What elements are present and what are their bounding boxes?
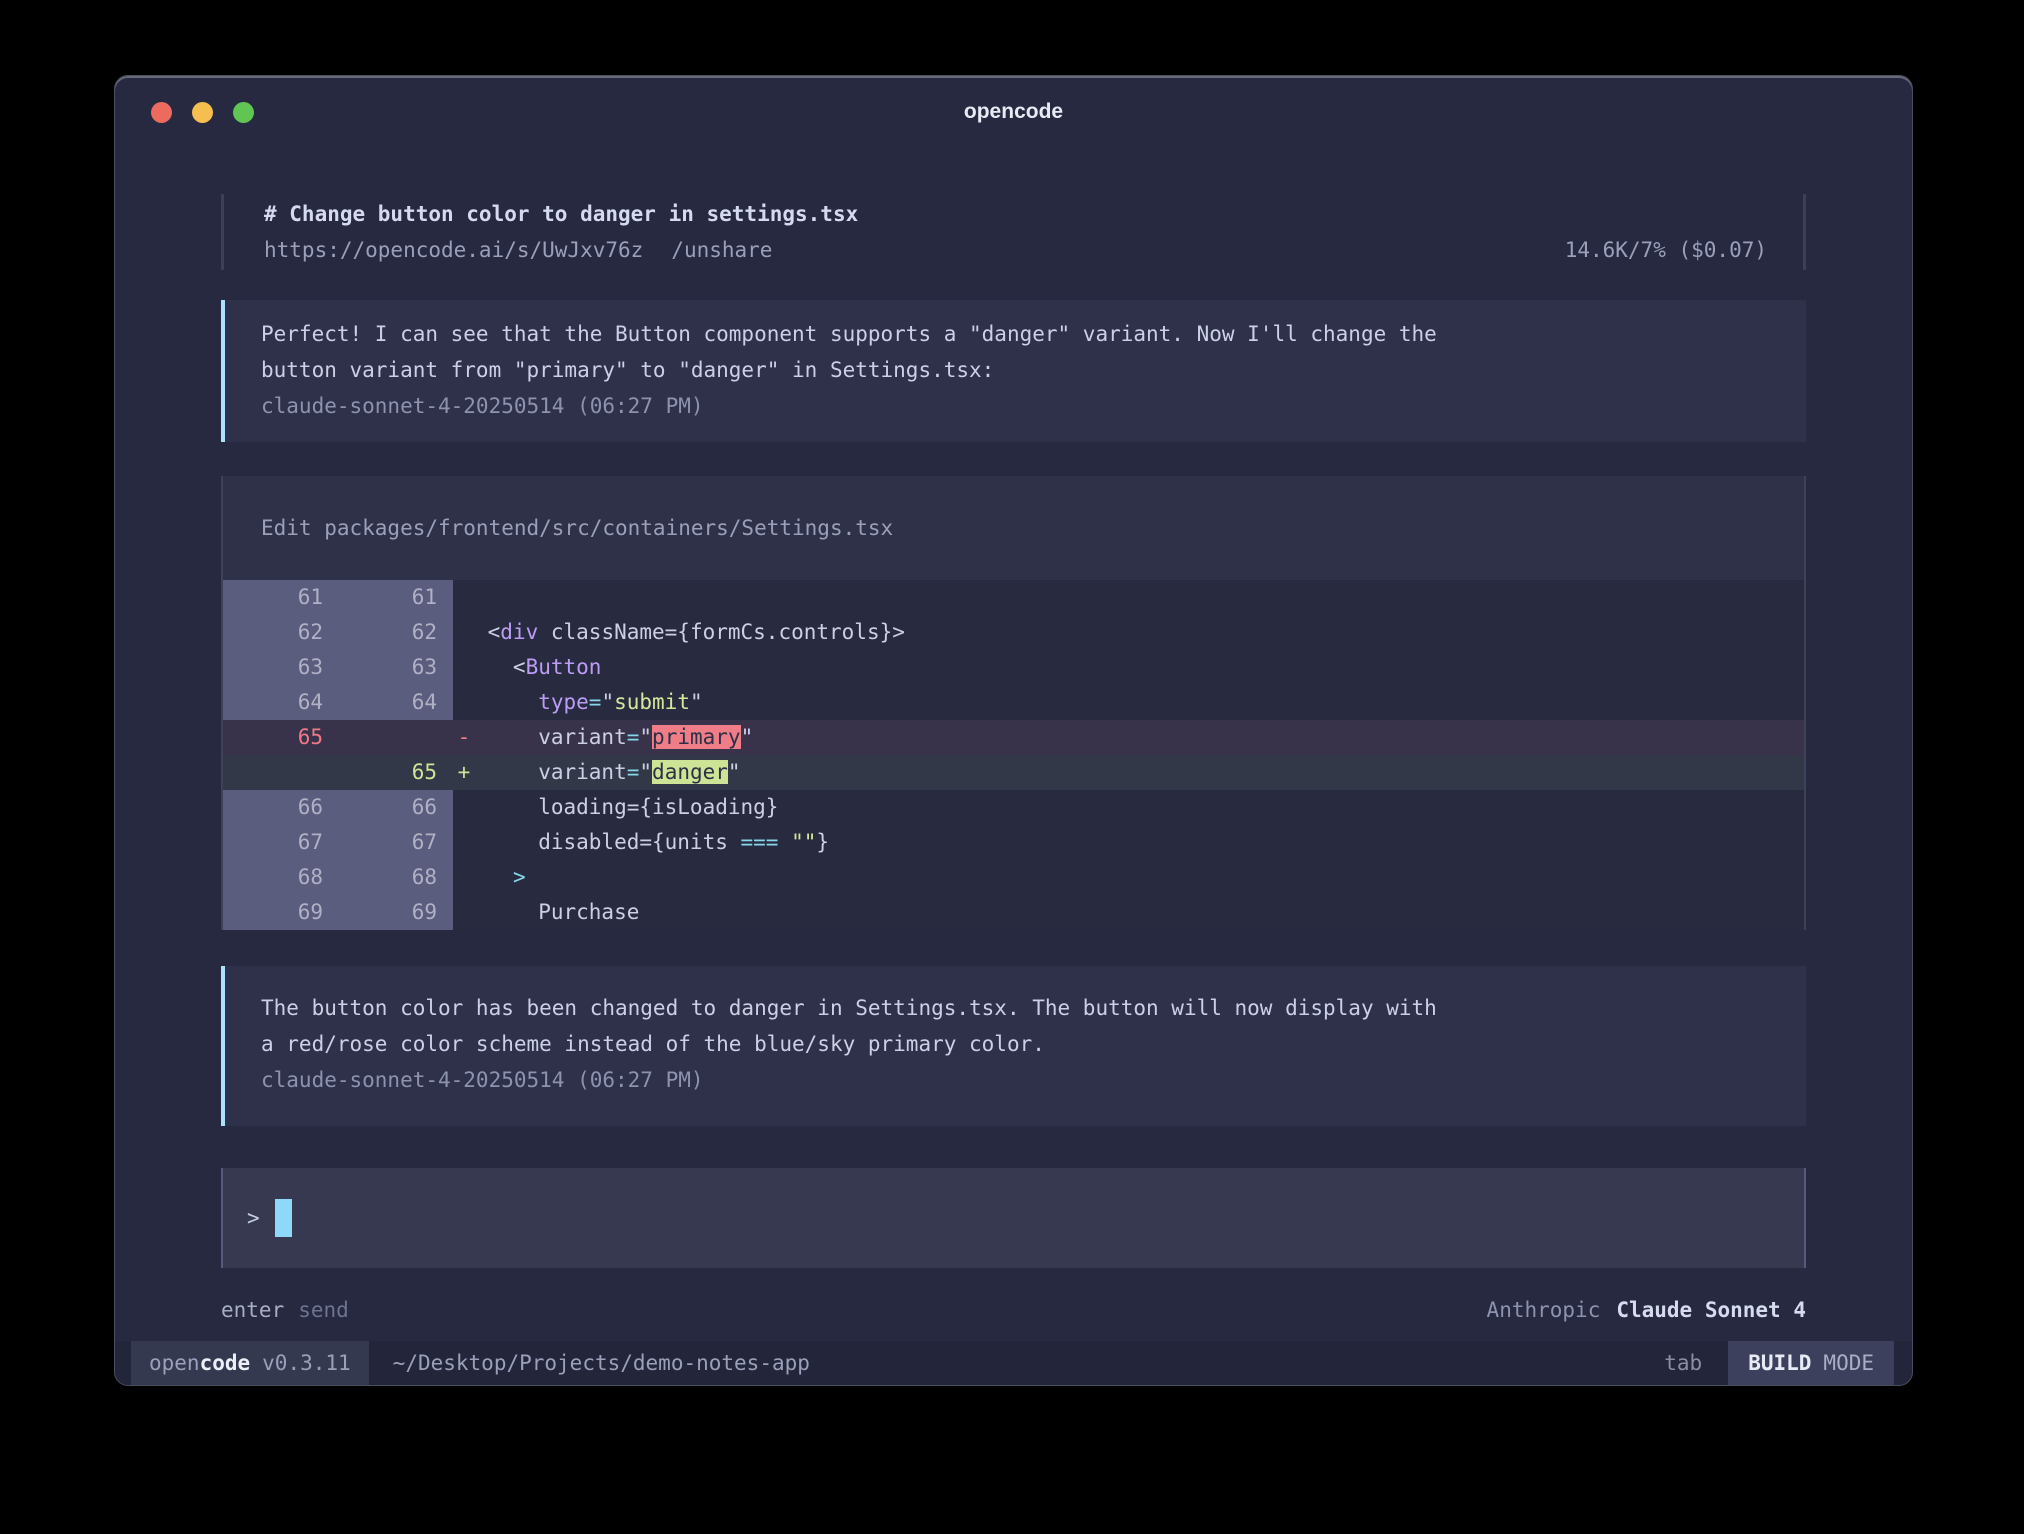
assistant-message: Perfect! I can see that the Button compo…: [221, 300, 1806, 442]
app-version: v0.3.11: [262, 1351, 351, 1375]
hint-bar: enter send Anthropic Claude Sonnet 4: [221, 1292, 1806, 1328]
prompt-symbol: >: [247, 1200, 260, 1236]
code-line: variant="danger": [475, 755, 1804, 790]
app-name-open: open: [149, 1351, 200, 1375]
send-action-label: send: [298, 1298, 349, 1322]
message-text: a red/rose color scheme instead of the b…: [261, 1026, 1786, 1062]
line-number-old: 62: [223, 615, 353, 650]
diff-row: 6161: [223, 580, 1804, 615]
diff-marker: [453, 580, 475, 615]
usage-stats: 14.6K/7% ($0.07): [1565, 232, 1767, 268]
text-cursor: [275, 1199, 292, 1237]
session-header: # Change button color to danger in setti…: [221, 194, 1806, 270]
line-number-old: 67: [223, 825, 353, 860]
line-number-old: 63: [223, 650, 353, 685]
diff-marker: [453, 615, 475, 650]
code-line: >: [475, 860, 1804, 895]
line-number-old: 65: [223, 720, 353, 755]
code-line: Purchase: [475, 895, 1804, 930]
diff-marker: [453, 790, 475, 825]
session-share-row: https://opencode.ai/s/UwJxv76z/unshare: [264, 232, 800, 268]
unshare-command: /unshare: [671, 238, 772, 262]
model-timestamp: claude-sonnet-4-20250514 (06:27 PM): [261, 1062, 1786, 1098]
assistant-message: The button color has been changed to dan…: [221, 966, 1806, 1126]
diff-marker: [453, 825, 475, 860]
build-mode-chip: BUILD MODE: [1728, 1341, 1894, 1385]
line-number-new: 63: [353, 650, 453, 685]
app-version-chip: opencode v0.3.11: [131, 1341, 369, 1385]
model-indicator: Anthropic Claude Sonnet 4: [1487, 1292, 1806, 1328]
share-url: https://opencode.ai/s/UwJxv76z: [264, 238, 643, 262]
line-number-old: 61: [223, 580, 353, 615]
main-content: # Change button color to danger in setti…: [115, 194, 1912, 1328]
diff-marker: [453, 685, 475, 720]
diff-rows: 61616262 <div className={formCs.controls…: [223, 580, 1804, 930]
line-number-new: 66: [353, 790, 453, 825]
model-name: Claude Sonnet 4: [1616, 1298, 1806, 1322]
enter-key-label: enter: [221, 1298, 284, 1322]
line-number-new: 62: [353, 615, 453, 650]
diff-marker: -: [453, 720, 475, 755]
opencode-window: opencode # Change button color to danger…: [114, 75, 1913, 1386]
titlebar: opencode: [115, 76, 1912, 148]
diff-row: 6262 <div className={formCs.controls}>: [223, 615, 1804, 650]
diff-row: 65 - variant="primary": [223, 720, 1804, 755]
line-number-old: 64: [223, 685, 353, 720]
status-bar: opencode v0.3.11 ~/Desktop/Projects/demo-…: [115, 1341, 1912, 1385]
diff-row: 6464 type="submit": [223, 685, 1804, 720]
line-number-new: 61: [353, 580, 453, 615]
line-number-new: 67: [353, 825, 453, 860]
send-hint: enter send: [221, 1292, 349, 1328]
diff-marker: [453, 860, 475, 895]
line-number-old: 68: [223, 860, 353, 895]
line-number-old: 69: [223, 895, 353, 930]
mode-label-bold: BUILD: [1748, 1351, 1811, 1375]
diff-row: 65+ variant="danger": [223, 755, 1804, 790]
diff-row: 6666 loading={isLoading}: [223, 790, 1804, 825]
code-line: variant="primary": [475, 720, 1804, 755]
message-text: The button color has been changed to dan…: [261, 990, 1786, 1026]
code-line: disabled={units === ""}: [475, 825, 1804, 860]
line-number-new: 65: [353, 755, 453, 790]
line-number-new: [353, 720, 453, 755]
working-directory: ~/Desktop/Projects/demo-notes-app: [393, 1351, 810, 1375]
diff-row: 6969 Purchase: [223, 895, 1804, 930]
diff-marker: [453, 650, 475, 685]
line-number-new: 68: [353, 860, 453, 895]
edit-tool-block: Edit packages/frontend/src/containers/Se…: [221, 476, 1806, 930]
line-number-new: 69: [353, 895, 453, 930]
app-name-code: code: [200, 1351, 251, 1375]
diff-marker: [453, 895, 475, 930]
diff-row: 6363 <Button: [223, 650, 1804, 685]
diff-row: 6868 >: [223, 860, 1804, 895]
mode-label-rest: MODE: [1823, 1351, 1874, 1375]
tab-key-hint[interactable]: tab: [1664, 1351, 1702, 1375]
model-timestamp: claude-sonnet-4-20250514 (06:27 PM): [261, 388, 1786, 424]
code-line: [475, 580, 1804, 615]
line-number-old: [223, 755, 353, 790]
provider-name: Anthropic: [1487, 1298, 1601, 1322]
prompt-input[interactable]: >: [221, 1168, 1806, 1268]
line-number-old: 66: [223, 790, 353, 825]
message-text: button variant from "primary" to "danger…: [261, 352, 1786, 388]
diff-row: 6767 disabled={units === ""}: [223, 825, 1804, 860]
diff-marker: +: [453, 755, 475, 790]
code-line: <Button: [475, 650, 1804, 685]
session-title: # Change button color to danger in setti…: [264, 196, 1767, 232]
code-line: type="submit": [475, 685, 1804, 720]
line-number-new: 64: [353, 685, 453, 720]
window-title: opencode: [115, 76, 1912, 148]
edit-tool-header: Edit packages/frontend/src/containers/Se…: [223, 476, 1804, 580]
code-line: loading={isLoading}: [475, 790, 1804, 825]
code-line: <div className={formCs.controls}>: [475, 615, 1804, 650]
message-text: Perfect! I can see that the Button compo…: [261, 316, 1786, 352]
